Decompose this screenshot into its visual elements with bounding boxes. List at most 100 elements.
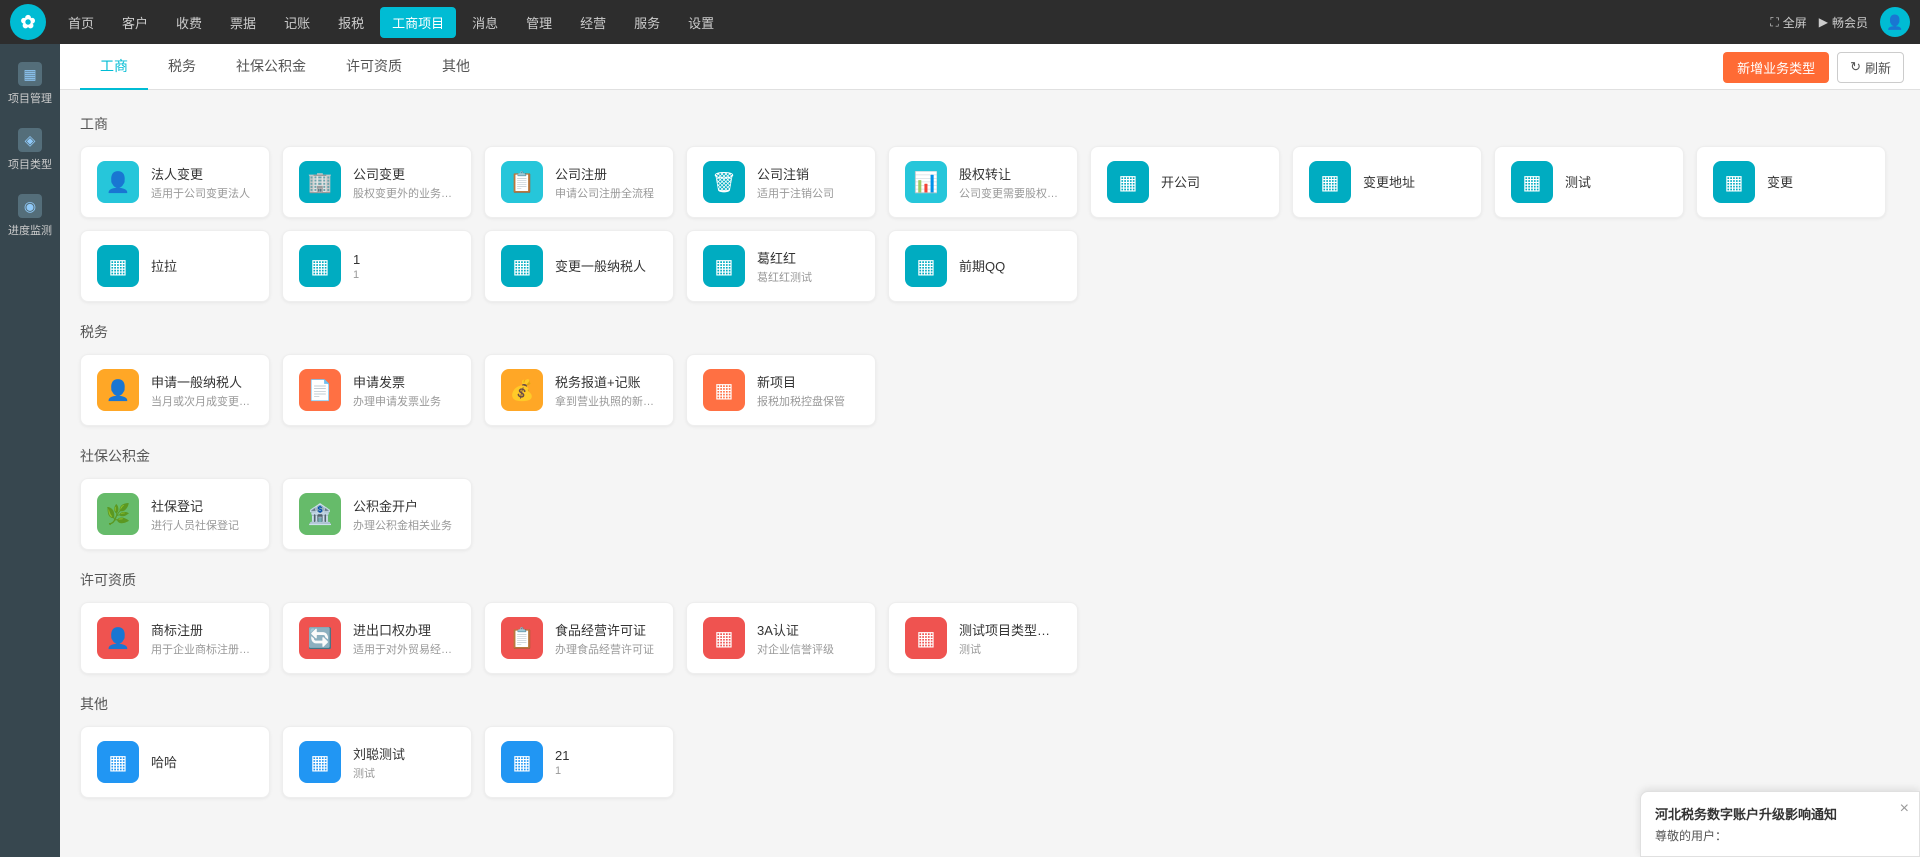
page-body: 工商 👤 法人变更 适用于公司变更法人 🏢 公司变更 股权变更外的业务变更 📋 [60, 90, 1920, 857]
card-申请一般纳税人[interactable]: 👤 申请一般纳税人 当月或次月成变更完成 [80, 354, 270, 426]
card-公司注册[interactable]: 📋 公司注册 申请公司注册全流程 [484, 146, 674, 218]
sidebar-item-progress[interactable]: ◉ 进度监测 [3, 186, 57, 246]
vip-btn[interactable]: ▶ 畅会员 [1819, 14, 1868, 31]
card-icon-食品经营许可证: 📋 [501, 617, 543, 659]
card-info-21: 21 1 [555, 748, 657, 777]
nav-tax[interactable]: 报税 [326, 7, 376, 38]
card-desc-法人变更: 适用于公司变更法人 [151, 185, 253, 201]
card-公司注销[interactable]: 🗑 公司注销 适用于注销公司 [686, 146, 876, 218]
tab-shuiwu[interactable]: 税务 [148, 44, 216, 90]
card-desc-新项目: 报税加税控盘保管 [757, 393, 859, 409]
tab-xuke[interactable]: 许可资质 [326, 44, 422, 90]
card-哈哈[interactable]: ▦ 哈哈 [80, 726, 270, 798]
card-desc-公积金开户: 办理公积金相关业务 [353, 517, 455, 533]
nav-charges[interactable]: 收费 [164, 7, 214, 38]
card-税务报道[interactable]: 💰 税务报道+记账 拿到营业执照的新公司 [484, 354, 674, 426]
card-info-食品经营许可证: 食品经营许可证 办理食品经营许可证 [555, 620, 657, 657]
card-测试[interactable]: ▦ 测试 [1494, 146, 1684, 218]
nav-tickets[interactable]: 票据 [218, 7, 268, 38]
card-变更地址[interactable]: ▦ 变更地址 [1292, 146, 1482, 218]
section-title-xuke: 许可资质 [80, 570, 1900, 590]
card-title-进出口权办理: 进出口权办理 [353, 620, 455, 639]
nav-customer[interactable]: 客户 [110, 7, 160, 38]
card-title-公积金开户: 公积金开户 [353, 496, 455, 515]
card-社保登记[interactable]: 🌿 社保登记 进行人员社保登记 [80, 478, 270, 550]
sidebar-item-project-manage[interactable]: ▦ 项目管理 [3, 54, 57, 114]
card-desc-公司变更: 股权变更外的业务变更 [353, 185, 455, 201]
card-title-变更地址: 变更地址 [1363, 172, 1465, 191]
fullscreen-btn[interactable]: ⛶ 全屏 [1770, 14, 1806, 31]
tab-gongshang[interactable]: 工商 [80, 44, 148, 90]
card-info-拉拉: 拉拉 [151, 256, 253, 277]
nav-operation[interactable]: 经营 [568, 7, 618, 38]
card-title-税务报道: 税务报道+记账 [555, 372, 657, 391]
xuke-cards: 👤 商标注册 用于企业商标注册服务 🔄 进出口权办理 适用于对外贸易经营者 📋 … [80, 602, 1900, 674]
card-葛红红[interactable]: ▦ 葛红红 葛红红测试 [686, 230, 876, 302]
sub-tabs: 工商 税务 社保公积金 许可资质 其他 [60, 44, 1920, 90]
refresh-button[interactable]: ↻ 刷新 [1837, 52, 1904, 83]
card-3A认证[interactable]: ▦ 3A认证 对企业信誉评级 [686, 602, 876, 674]
card-公积金开户[interactable]: 🏦 公积金开户 办理公积金相关业务 [282, 478, 472, 550]
avatar[interactable]: 👤 [1880, 7, 1910, 37]
card-变更一般纳税人[interactable]: ▦ 变更一般纳税人 [484, 230, 674, 302]
toolbar-inner: 新增业务类型 ↻ 刷新 [1723, 52, 1904, 83]
nav-bookkeeping[interactable]: 记账 [272, 7, 322, 38]
card-info-变更一般纳税人: 变更一般纳税人 [555, 256, 657, 277]
tab-qita[interactable]: 其他 [422, 44, 490, 90]
section-title-gongshang: 工商 [80, 114, 1900, 134]
card-title-哈哈: 哈哈 [151, 752, 253, 771]
card-info-开公司: 开公司 [1161, 172, 1263, 193]
shuiwu-cards: 👤 申请一般纳税人 当月或次月成变更完成 📄 申请发票 办理申请发票业务 💰 税… [80, 354, 1900, 426]
card-info-社保登记: 社保登记 进行人员社保登记 [151, 496, 253, 533]
notification-close-btn[interactable]: × [1900, 800, 1909, 818]
card-开公司[interactable]: ▦ 开公司 [1090, 146, 1280, 218]
new-type-button[interactable]: 新增业务类型 [1723, 52, 1829, 83]
nav-service[interactable]: 服务 [622, 7, 672, 38]
card-前期QQ[interactable]: ▦ 前期QQ [888, 230, 1078, 302]
card-食品经营许可证[interactable]: 📋 食品经营许可证 办理食品经营许可证 [484, 602, 674, 674]
sidebar-item-project-type[interactable]: ◈ 项目类型 [3, 120, 57, 180]
card-申请发票[interactable]: 📄 申请发票 办理申请发票业务 [282, 354, 472, 426]
card-刘聪测试[interactable]: ▦ 刘聪测试 测试 [282, 726, 472, 798]
card-新项目[interactable]: ▦ 新项目 报税加税控盘保管 [686, 354, 876, 426]
card-title-拉拉: 拉拉 [151, 256, 253, 275]
card-info-申请发票: 申请发票 办理申请发票业务 [353, 372, 455, 409]
nav-home[interactable]: 首页 [56, 7, 106, 38]
card-title-前期QQ: 前期QQ [959, 256, 1061, 275]
card-进出口权办理[interactable]: 🔄 进出口权办理 适用于对外贸易经营者 [282, 602, 472, 674]
card-title-3A认证: 3A认证 [757, 620, 859, 639]
card-desc-食品经营许可证: 办理食品经营许可证 [555, 641, 657, 657]
nav-manage[interactable]: 管理 [514, 7, 564, 38]
card-title-测试: 测试 [1565, 172, 1667, 191]
card-info-哈哈: 哈哈 [151, 752, 253, 773]
card-title-测试项目类型自定义: 测试项目类型自定义 [959, 620, 1061, 639]
card-公司变更[interactable]: 🏢 公司变更 股权变更外的业务变更 [282, 146, 472, 218]
card-icon-变更: ▦ [1713, 161, 1755, 203]
card-icon-税务报道: 💰 [501, 369, 543, 411]
nav-commerce[interactable]: 工商项目 [380, 7, 456, 38]
card-变更[interactable]: ▦ 变更 [1696, 146, 1886, 218]
card-info-税务报道: 税务报道+记账 拿到营业执照的新公司 [555, 372, 657, 409]
card-股权转让[interactable]: 📊 股权转让 公司变更需要股权转让 [888, 146, 1078, 218]
card-info-申请一般纳税人: 申请一般纳税人 当月或次月成变更完成 [151, 372, 253, 409]
card-icon-哈哈: ▦ [97, 741, 139, 783]
card-法人变更[interactable]: 👤 法人变更 适用于公司变更法人 [80, 146, 270, 218]
fullscreen-icon: ⛶ [1770, 15, 1778, 30]
card-1[interactable]: ▦ 1 1 [282, 230, 472, 302]
nav-settings[interactable]: 设置 [676, 7, 726, 38]
tab-shebao[interactable]: 社保公积金 [216, 44, 326, 90]
card-测试项目类型自定义[interactable]: ▦ 测试项目类型自定义 测试 [888, 602, 1078, 674]
card-商标注册[interactable]: 👤 商标注册 用于企业商标注册服务 [80, 602, 270, 674]
section-title-shebao: 社保公积金 [80, 446, 1900, 466]
nav-message[interactable]: 消息 [460, 7, 510, 38]
logo: ✿ [10, 4, 46, 40]
card-title-申请一般纳税人: 申请一般纳税人 [151, 372, 253, 391]
card-21[interactable]: ▦ 21 1 [484, 726, 674, 798]
card-icon-公司注销: 🗑 [703, 161, 745, 203]
card-desc-公司注销: 适用于注销公司 [757, 185, 859, 201]
card-info-新项目: 新项目 报税加税控盘保管 [757, 372, 859, 409]
card-info-公司注册: 公司注册 申请公司注册全流程 [555, 164, 657, 201]
gongshang-cards: 👤 法人变更 适用于公司变更法人 🏢 公司变更 股权变更外的业务变更 📋 公司注… [80, 146, 1900, 302]
main-content: 工商 税务 社保公积金 许可资质 其他 新增业务类型 ↻ 刷新 工商 👤 法人变… [60, 44, 1920, 857]
card-拉拉[interactable]: ▦ 拉拉 [80, 230, 270, 302]
